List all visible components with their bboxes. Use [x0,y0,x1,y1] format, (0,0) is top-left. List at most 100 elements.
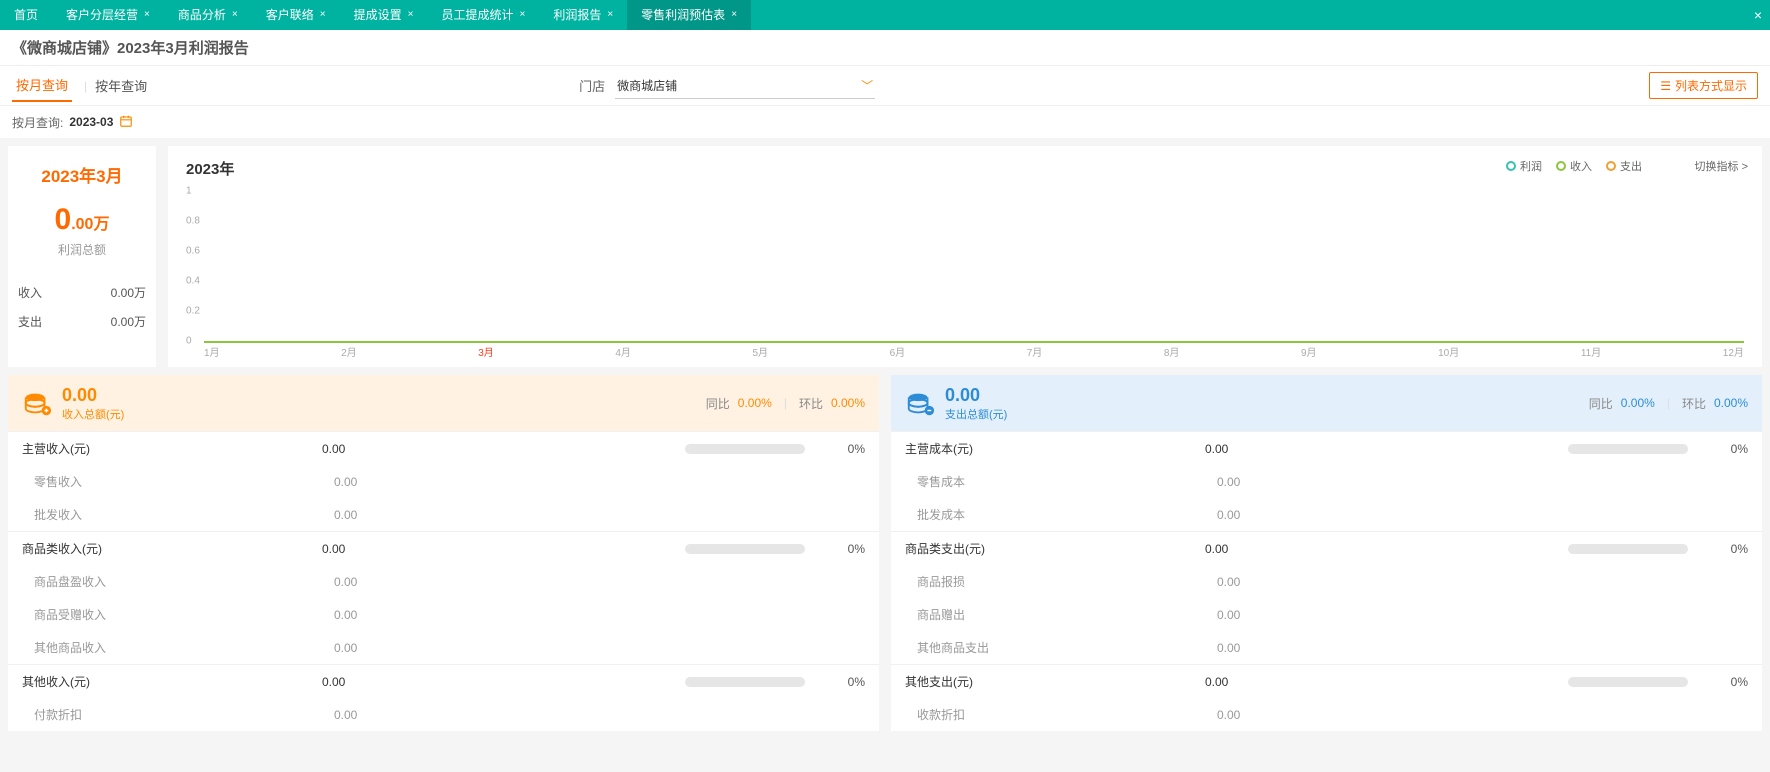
group-row: 其他支出(元)0.000% [891,664,1762,698]
y-tick: 0.8 [186,216,200,227]
store-select[interactable]: 微商城店铺 ﹀ [615,73,875,99]
group-row: 商品类支出(元)0.000% [891,531,1762,565]
separator: | [84,79,87,93]
tab-客户分层经营[interactable]: 客户分层经营× [52,0,164,30]
chart-title: 2023年 [186,158,234,179]
expense-panel: 0.00 支出总额(元) 同比 0.00% | 环比 0.00% 主营成本(元)… [891,375,1762,731]
x-tick[interactable]: 5月 [753,344,769,359]
income-mom-value: 0.00% [831,396,865,410]
expense-mom-label: 环比 [1682,395,1706,412]
sub-row: 商品受赠收入0.00 [8,598,879,631]
x-tick[interactable]: 2月 [341,344,357,359]
y-tick: 0 [186,336,192,347]
expense-mom-value: 0.00% [1714,396,1748,410]
y-tick: 1 [186,186,192,197]
list-btn-label: 列表方式显示 [1675,77,1747,94]
close-tab-icon[interactable]: × [731,0,737,30]
sub-row: 收款折扣0.00 [891,698,1762,731]
x-tick[interactable]: 1月 [204,344,220,359]
sub-row: 其他商品收入0.00 [8,631,879,664]
close-tab-icon[interactable]: × [232,0,238,30]
tab-提成设置[interactable]: 提成设置× [340,0,428,30]
x-tick[interactable]: 3月 [478,344,494,359]
income-icon [22,388,52,418]
group-row: 商品类收入(元)0.000% [8,531,879,565]
y-tick: 0.2 [186,306,200,317]
subfilter-label: 按月查询: [12,114,63,131]
summary-row: 支出0.00万 [18,307,146,336]
x-tick[interactable]: 6月 [890,344,906,359]
x-tick[interactable]: 7月 [1027,344,1043,359]
close-tab-icon[interactable]: × [607,0,613,30]
chevron-down-icon: ﹀ [861,77,873,94]
income-total-label: 收入总额(元) [62,406,124,422]
close-icon[interactable]: × [1754,7,1762,23]
tab-员工提成统计[interactable]: 员工提成统计× [427,0,539,30]
income-yoy-value: 0.00% [738,396,772,410]
sub-row: 付款折扣0.00 [8,698,879,731]
income-panel: 0.00 收入总额(元) 同比 0.00% | 环比 0.00% 主营收入(元)… [8,375,879,731]
expense-yoy-value: 0.00% [1621,396,1655,410]
tab-首页[interactable]: 首页 [0,0,52,30]
subfilter-date: 2023-03 [69,115,113,129]
chart-x-axis: 1月 2月 3月 4月 5月 6月 7月 8月 9月 10月 11月 12月 [204,344,1744,359]
x-tick[interactable]: 11月 [1581,344,1601,359]
sub-row: 零售成本0.00 [891,465,1762,498]
close-tab-icon[interactable]: × [320,0,326,30]
sub-row: 其他商品支出0.00 [891,631,1762,664]
page-title: 《微商城店铺》2023年3月利润报告 [0,30,1770,66]
legend-item[interactable]: 收入 [1556,158,1592,174]
summary-card: 2023年3月 0.00万 利润总额 收入0.00万支出0.00万 [8,146,156,367]
expense-total-label: 支出总额(元) [945,406,1007,422]
chart-card: 2023年 利润收入支出 切换指标 > 1 0.8 0.6 0.4 0.2 0 1月 2月 3… [168,146,1762,367]
close-tab-icon[interactable]: × [408,0,414,30]
summary-row: 收入0.00万 [18,278,146,307]
toggle-metric-button[interactable]: 切换指标 > [1695,158,1748,174]
expense-total-value: 0.00 [945,385,1007,406]
close-tab-icon[interactable]: × [519,0,525,30]
chart-zero-line [204,341,1744,343]
sub-row: 批发收入0.00 [8,498,879,531]
expense-icon [905,388,935,418]
group-row: 其他收入(元)0.000% [8,664,879,698]
sub-filter: 按月查询: 2023-03 [0,106,1770,138]
summary-profit-value: 0.00万 [18,203,146,237]
tab-客户联络[interactable]: 客户联络× [252,0,340,30]
filter-bar: 按月查询 | 按年查询 门店 微商城店铺 ﹀ ☰ 列表方式显示 [0,66,1770,106]
topbar: 首页客户分层经营×商品分析×客户联络×提成设置×员工提成统计×利润报告×零售利润… [0,0,1770,30]
sub-row: 批发成本0.00 [891,498,1762,531]
tab-零售利润预估表[interactable]: 零售利润预估表× [627,0,751,30]
income-yoy-label: 同比 [706,395,730,412]
tab-year-query[interactable]: 按年查询 [91,70,151,101]
x-tick[interactable]: 4月 [615,344,631,359]
tab-商品分析[interactable]: 商品分析× [164,0,252,30]
y-tick: 0.6 [186,246,200,257]
group-row: 主营成本(元)0.000% [891,431,1762,465]
list-icon: ☰ [1660,79,1671,93]
sub-row: 零售收入0.00 [8,465,879,498]
legend-item[interactable]: 支出 [1606,158,1642,174]
tab-利润报告[interactable]: 利润报告× [539,0,627,30]
expense-header: 0.00 支出总额(元) 同比 0.00% | 环比 0.00% [891,375,1762,431]
x-tick[interactable]: 8月 [1164,344,1180,359]
sub-row: 商品赠出0.00 [891,598,1762,631]
summary-month: 2023年3月 [18,162,146,187]
store-label: 门店 [579,76,605,95]
legend-item[interactable]: 利润 [1506,158,1542,174]
chart-legend: 利润收入支出 [1506,158,1642,174]
x-tick[interactable]: 9月 [1301,344,1317,359]
close-tab-icon[interactable]: × [144,0,150,30]
income-total-value: 0.00 [62,385,124,406]
x-tick[interactable]: 10月 [1438,344,1459,359]
x-tick[interactable]: 12月 [1723,344,1744,359]
list-view-button[interactable]: ☰ 列表方式显示 [1649,72,1758,99]
y-tick: 0.4 [186,276,200,287]
calendar-icon[interactable] [119,114,133,131]
tab-month-query[interactable]: 按月查询 [12,69,72,102]
income-mom-label: 环比 [799,395,823,412]
summary-profit-label: 利润总额 [18,241,146,258]
store-value: 微商城店铺 [617,77,677,94]
group-row: 主营收入(元)0.000% [8,431,879,465]
sub-row: 商品盘盈收入0.00 [8,565,879,598]
chart-axes: 10.80.60.40.20 1月2月3月4月5月6月7月8月9月10月11月1… [186,185,1744,355]
